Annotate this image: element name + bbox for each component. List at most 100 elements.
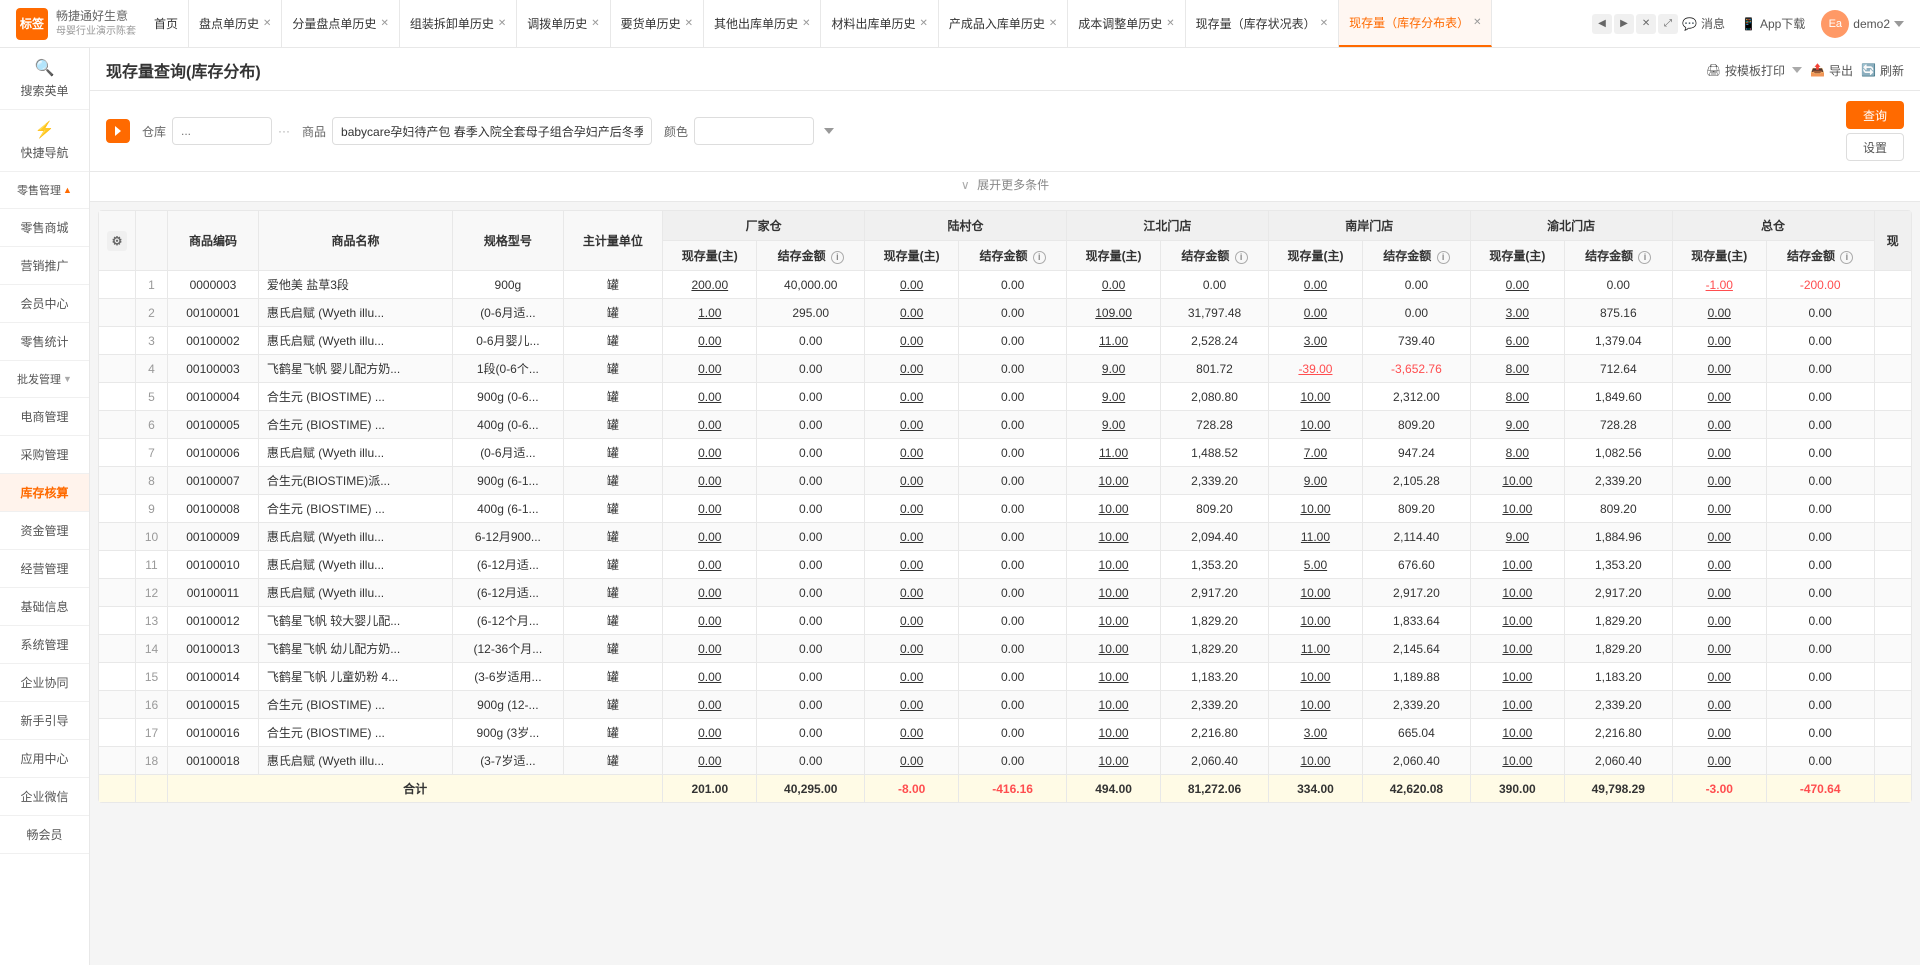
cell-jb-qty[interactable]: 10.00 [1066,467,1160,495]
close-tab-icon[interactable]: ✕ [591,18,599,29]
cell-jb-qty[interactable]: 10.00 [1066,495,1160,523]
cell-yb-qty[interactable]: 8.00 [1470,439,1564,467]
cell-na-qty[interactable]: 10.00 [1268,495,1362,523]
cell-na-qty[interactable]: 10.00 [1268,747,1362,775]
tab-next-btn[interactable]: ▶ [1614,14,1634,34]
sidebar-item-biz-mgmt[interactable]: 经营管理 [0,550,89,588]
cell-cj-qty[interactable]: 0.00 [663,467,757,495]
cell-na-qty[interactable]: 11.00 [1268,635,1362,663]
cell-zc-qty[interactable]: 0.00 [1672,635,1766,663]
sidebar-item-new-guide[interactable]: 新手引导 [0,702,89,740]
sidebar-item-basic-info[interactable]: 基础信息 [0,588,89,626]
cell-cj-qty[interactable]: 0.00 [663,383,757,411]
product-input[interactable] [332,117,652,145]
cell-na-qty[interactable]: 10.00 [1268,383,1362,411]
close-tab-icon[interactable]: ✕ [498,18,506,29]
cell-yb-qty[interactable]: 3.00 [1470,299,1564,327]
sidebar-item-member-center[interactable]: 会员中心 [0,285,89,323]
tab-close-btn[interactable]: ✕ [1636,14,1656,34]
cell-na-qty[interactable]: 9.00 [1268,467,1362,495]
zc-amt-info-icon[interactable]: i [1840,251,1853,264]
cell-jb-qty[interactable]: 10.00 [1066,663,1160,691]
cell-na-qty[interactable]: 10.00 [1268,663,1362,691]
cell-na-qty[interactable]: 10.00 [1268,579,1362,607]
cell-lc-qty[interactable]: 0.00 [865,271,959,299]
cell-na-qty[interactable]: 0.00 [1268,271,1362,299]
filter-toggle-btn[interactable] [106,119,130,143]
cell-lc-qty[interactable]: 0.00 [865,663,959,691]
cell-na-qty[interactable]: 3.00 [1268,327,1362,355]
cell-yb-qty[interactable]: 6.00 [1470,327,1564,355]
cell-lc-qty[interactable]: 0.00 [865,523,959,551]
cell-jb-qty[interactable]: 10.00 [1066,523,1160,551]
sidebar-item-finance-mgmt[interactable]: 资金管理 [0,512,89,550]
cell-jb-qty[interactable]: 10.00 [1066,635,1160,663]
cell-na-qty[interactable]: 11.00 [1268,523,1362,551]
warehouse-dots[interactable]: ··· [278,124,290,138]
cell-cj-qty[interactable]: 0.00 [663,327,757,355]
cell-zc-qty[interactable]: 0.00 [1672,327,1766,355]
cell-jb-qty[interactable]: 11.00 [1066,439,1160,467]
cell-lc-qty[interactable]: 0.00 [865,719,959,747]
cell-lc-qty[interactable]: 0.00 [865,439,959,467]
cell-lc-qty[interactable]: 0.00 [865,355,959,383]
sidebar-item-wholesale-mgmt[interactable]: 批发管理 ▼ [0,361,89,398]
cell-na-qty[interactable]: -39.00 [1268,355,1362,383]
sidebar-item-app-center[interactable]: 应用中心 [0,740,89,778]
sidebar-item-corp-collab[interactable]: 企业协同 [0,664,89,702]
cell-lc-qty[interactable]: 0.00 [865,579,959,607]
cell-jb-qty[interactable]: 10.00 [1066,719,1160,747]
close-tab-icon[interactable]: ✕ [380,18,388,29]
sidebar-item-retail-mgmt[interactable]: 零售管理 ▲ [0,172,89,209]
refresh-btn[interactable]: 🔄 刷新 [1861,62,1904,79]
cell-jb-qty[interactable]: 11.00 [1066,327,1160,355]
close-tab-icon[interactable]: ✕ [263,18,271,29]
yb-amt-info-icon[interactable]: i [1638,251,1651,264]
cell-yb-qty[interactable]: 10.00 [1470,719,1564,747]
cell-cj-qty[interactable]: 0.00 [663,355,757,383]
cell-zc-qty[interactable]: 0.00 [1672,299,1766,327]
export-btn[interactable]: 📤 导出 [1810,62,1853,79]
lc-amt-info-icon[interactable]: i [1033,251,1046,264]
cell-zc-qty[interactable]: -1.00 [1672,271,1766,299]
cell-zc-qty[interactable]: 0.00 [1672,411,1766,439]
cell-lc-qty[interactable]: 0.00 [865,467,959,495]
cell-yb-qty[interactable]: 10.00 [1470,747,1564,775]
close-tab-icon[interactable]: ✕ [685,18,693,29]
tab-transfer-history[interactable]: 调拨单历史 ✕ [517,0,610,47]
cell-zc-qty[interactable]: 0.00 [1672,747,1766,775]
cell-jb-qty[interactable]: 10.00 [1066,551,1160,579]
cell-zc-qty[interactable]: 0.00 [1672,523,1766,551]
cell-zc-qty[interactable]: 0.00 [1672,383,1766,411]
sidebar-item-quick-nav[interactable]: ⚡ 快捷导航 [0,110,89,172]
cell-yb-qty[interactable]: 10.00 [1470,467,1564,495]
tab-other-out-history[interactable]: 其他出库单历史 ✕ [704,0,821,47]
cell-na-qty[interactable]: 10.00 [1268,411,1362,439]
jb-amt-info-icon[interactable]: i [1235,251,1248,264]
cell-lc-qty[interactable]: 0.00 [865,747,959,775]
cell-yb-qty[interactable]: 9.00 [1470,411,1564,439]
tab-product-in-history[interactable]: 产成品入库单历史 ✕ [939,0,1068,47]
cell-jb-qty[interactable]: 9.00 [1066,383,1160,411]
cell-lc-qty[interactable]: 0.00 [865,383,959,411]
more-conditions-btn[interactable]: ∨ 展开更多条件 [106,176,1904,193]
close-tab-icon[interactable]: ✕ [1049,18,1057,29]
tab-assembly-history[interactable]: 组装拆卸单历史 ✕ [400,0,517,47]
tab-home[interactable]: 首页 [144,0,189,47]
close-tab-icon[interactable]: ✕ [1320,18,1328,29]
cell-zc-qty[interactable]: 0.00 [1672,439,1766,467]
cell-jb-qty[interactable]: 9.00 [1066,355,1160,383]
close-tab-icon[interactable]: ✕ [1166,18,1174,29]
tab-cost-adjust-history[interactable]: 成本调整单历史 ✕ [1068,0,1185,47]
cell-lc-qty[interactable]: 0.00 [865,607,959,635]
tab-stock-dist[interactable]: 现存量（库存分布表） ✕ [1339,0,1492,47]
sidebar-item-member-card[interactable]: 畅会员 [0,816,89,854]
app-download-btn[interactable]: 📱 App下载 [1741,15,1805,32]
na-amt-info-icon[interactable]: i [1437,251,1450,264]
cell-yb-qty[interactable]: 10.00 [1470,551,1564,579]
cell-jb-qty[interactable]: 10.00 [1066,747,1160,775]
cell-yb-qty[interactable]: 8.00 [1470,355,1564,383]
cell-lc-qty[interactable]: 0.00 [865,635,959,663]
th-settings[interactable]: ⚙ [99,211,136,271]
tab-material-out-history[interactable]: 材料出库单历史 ✕ [821,0,938,47]
